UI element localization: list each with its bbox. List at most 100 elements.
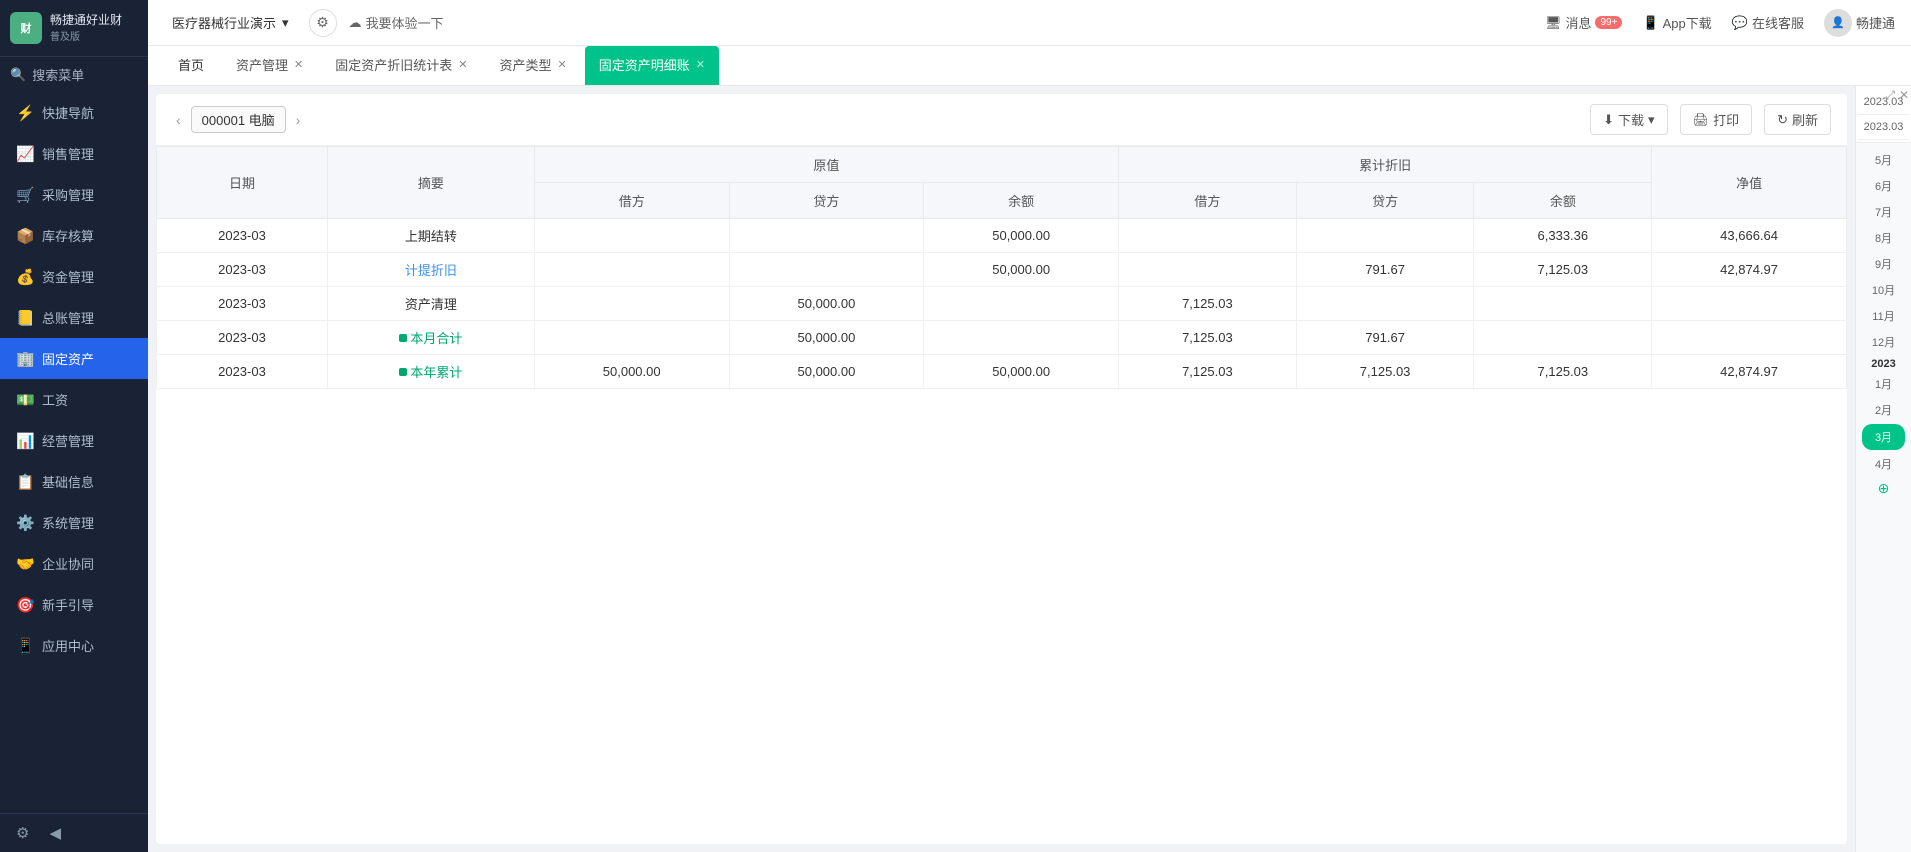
- company-selector[interactable]: 医疗器械行业演示 ▾: [164, 9, 297, 36]
- cell-yz-debit: [534, 219, 729, 253]
- prev-asset-button[interactable]: ‹: [172, 110, 185, 130]
- sidebar-item-purchase[interactable]: 🛒 采购管理: [0, 174, 148, 215]
- sidebar-item-guide[interactable]: 🎯 新手引导: [0, 584, 148, 625]
- collapse-icon[interactable]: ◀: [49, 824, 61, 842]
- cell-lj-balance: [1474, 287, 1652, 321]
- cell-date: 2023-03: [157, 287, 328, 321]
- cell-summary[interactable]: 计提折旧: [327, 253, 534, 287]
- download-button[interactable]: ⬇ 下载 ▾: [1590, 104, 1667, 135]
- tab-depreciation-label: 固定资产折旧统计表: [335, 55, 452, 74]
- user-profile-button[interactable]: 👤 畅捷通: [1824, 9, 1895, 37]
- tab-home-label: 首页: [178, 55, 204, 74]
- sidebar-label-inventory: 库存核算: [42, 226, 94, 245]
- topbar: 医疗器械行业演示 ▾ ⚙ ☁ 我要体验一下 🖥 消息 99+ 📱 App下载 💬…: [148, 0, 1911, 46]
- sidebar-item-sales[interactable]: 📈 销售管理: [0, 133, 148, 174]
- tl-month-12[interactable]: 12月: [1856, 329, 1911, 355]
- tab-asset-mgmt[interactable]: 资产管理 ✕: [222, 46, 317, 85]
- cell-date: 2023-03: [157, 253, 328, 287]
- print-icon: 🖨: [1693, 112, 1710, 128]
- timeline-close-button[interactable]: ✕: [1899, 88, 1909, 102]
- experience-button[interactable]: ☁ 我要体验一下: [349, 13, 444, 32]
- sidebar-item-system[interactable]: ⚙️ 系统管理: [0, 502, 148, 543]
- tab-asset-mgmt-label: 资产管理: [236, 55, 288, 74]
- sidebar-item-salary[interactable]: 💵 工资: [0, 379, 148, 420]
- tab-asset-mgmt-close[interactable]: ✕: [294, 58, 303, 71]
- tab-asset-detail[interactable]: 固定资产明细账 ✕: [585, 46, 719, 85]
- sidebar-label-salary: 工资: [42, 390, 68, 409]
- sidebar-label-apps: 应用中心: [42, 636, 94, 655]
- experience-label: 我要体验一下: [366, 13, 444, 32]
- sidebar-item-basic[interactable]: 📋 基础信息: [0, 461, 148, 502]
- cell-summary: 本年累计: [327, 355, 534, 389]
- download-label: 下载: [1618, 110, 1644, 129]
- cell-lj-debit: [1119, 253, 1297, 287]
- tab-asset-type-close[interactable]: ✕: [558, 58, 567, 71]
- tab-depreciation-stat[interactable]: 固定资产折旧统计表 ✕: [321, 46, 481, 85]
- tl-month-6[interactable]: 6月: [1856, 173, 1911, 199]
- tl-month-5[interactable]: 5月: [1856, 147, 1911, 173]
- funds-icon: 💰: [16, 268, 34, 286]
- tl-month-2[interactable]: 2月: [1856, 397, 1911, 423]
- sidebar-item-fixed[interactable]: 🏢 固定资产: [0, 338, 148, 379]
- download-icon: ⬇: [1603, 112, 1614, 128]
- cell-yz-balance: 50,000.00: [924, 219, 1119, 253]
- tl-month-1[interactable]: 1月: [1856, 371, 1911, 397]
- customer-service-button[interactable]: 💬 在线客服: [1732, 13, 1804, 32]
- system-icon: ⚙️: [16, 514, 34, 532]
- cell-lj-balance: [1474, 321, 1652, 355]
- sidebar-item-ops[interactable]: 📊 经营管理: [0, 420, 148, 461]
- sidebar-label-purchase: 采购管理: [42, 185, 94, 204]
- tab-asset-detail-close[interactable]: ✕: [696, 58, 705, 71]
- sidebar-item-apps[interactable]: 📱 应用中心: [0, 625, 148, 666]
- ledger-icon: 📒: [16, 309, 34, 327]
- tl-month-9[interactable]: 9月: [1856, 251, 1911, 277]
- app-download-button[interactable]: 📱 App下载: [1642, 13, 1711, 32]
- cloud-icon: ☁: [349, 15, 362, 31]
- topbar-right: 🖥 消息 99+ 📱 App下载 💬 在线客服 👤 畅捷通: [1545, 9, 1895, 37]
- tab-home[interactable]: 首页: [164, 46, 218, 85]
- sidebar-item-inventory[interactable]: 📦 库存核算: [0, 215, 148, 256]
- username-label: 畅捷通: [1856, 13, 1895, 32]
- main-area: 医疗器械行业演示 ▾ ⚙ ☁ 我要体验一下 🖥 消息 99+ 📱 App下载 💬…: [148, 0, 1911, 852]
- print-button[interactable]: 🖨 打印: [1680, 104, 1753, 135]
- sidebar-item-collab[interactable]: 🤝 企业协同: [0, 543, 148, 584]
- company-dropdown-icon: ▾: [282, 15, 289, 31]
- sidebar-search[interactable]: 🔍 搜索菜单: [0, 57, 148, 92]
- tl-month-3[interactable]: 3月: [1862, 424, 1905, 450]
- cell-yz-balance: 50,000.00: [924, 355, 1119, 389]
- search-label: 搜索菜单: [32, 65, 84, 84]
- cell-yz-debit: 50,000.00: [534, 355, 729, 389]
- cell-net-value: [1652, 321, 1847, 355]
- message-button[interactable]: 🖥 消息 99+: [1545, 13, 1623, 32]
- sales-icon: 📈: [16, 145, 34, 163]
- table-row: 2023-03 本年累计 50,000.00 50,000.00 50,000.…: [157, 355, 1847, 389]
- cell-lj-credit: 791.67: [1296, 321, 1474, 355]
- sidebar-item-quicknav[interactable]: ⚡ 快捷导航: [0, 92, 148, 133]
- sidebar-item-funds[interactable]: 💰 资金管理: [0, 256, 148, 297]
- sidebar-label-system: 系统管理: [42, 513, 94, 532]
- tl-year-label: 2023: [1856, 355, 1911, 371]
- tab-depreciation-close[interactable]: ✕: [458, 58, 467, 71]
- cell-yz-debit: [534, 287, 729, 321]
- tl-down-arrow[interactable]: ⊕: [1856, 477, 1911, 500]
- print-label: 打印: [1713, 110, 1739, 129]
- tl-month-11[interactable]: 11月: [1856, 303, 1911, 329]
- quicknav-icon: ⚡: [16, 104, 34, 122]
- cell-yz-credit: 50,000.00: [729, 321, 924, 355]
- table-row: 2023-03 资产清理 50,000.00 7,125.03: [157, 287, 1847, 321]
- refresh-button[interactable]: ↻ 刷新: [1764, 104, 1831, 135]
- tab-asset-type[interactable]: 资产类型 ✕: [485, 46, 580, 85]
- next-asset-button[interactable]: ›: [292, 110, 305, 130]
- sidebar-item-ledger[interactable]: 📒 总账管理: [0, 297, 148, 338]
- tl-month-7[interactable]: 7月: [1856, 199, 1911, 225]
- tl-month-4[interactable]: 4月: [1856, 451, 1911, 477]
- cell-yz-debit: [534, 321, 729, 355]
- tl-month-8[interactable]: 8月: [1856, 225, 1911, 251]
- settings-button[interactable]: ⚙: [309, 9, 337, 37]
- logo-icon: 财: [10, 12, 42, 44]
- refresh-icon: ↻: [1777, 112, 1788, 128]
- settings-icon[interactable]: ⚙: [16, 824, 29, 842]
- tl-month-10[interactable]: 10月: [1856, 277, 1911, 303]
- timeline-expand-button[interactable]: ⤢: [1885, 88, 1895, 103]
- sidebar-label-quicknav: 快捷导航: [42, 103, 94, 122]
